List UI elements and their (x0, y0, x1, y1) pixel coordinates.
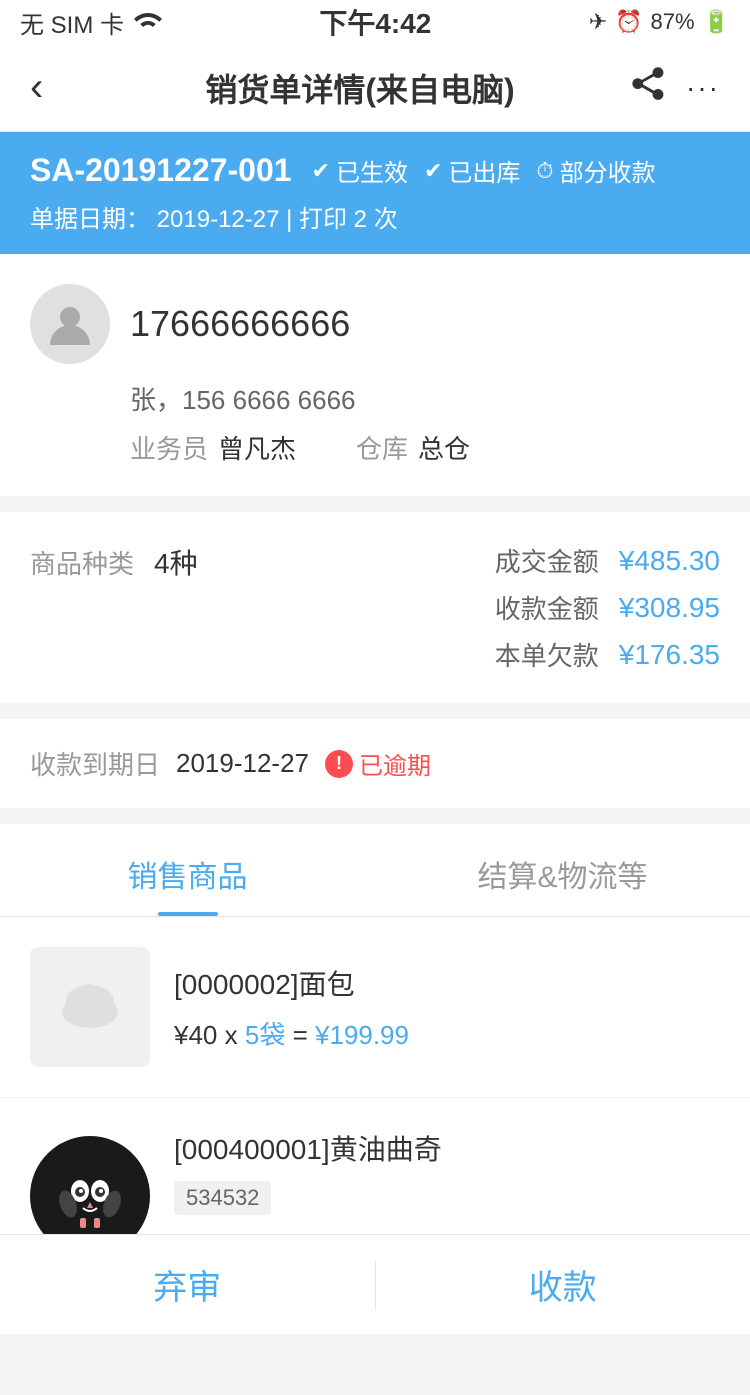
location-icon: ✈ (589, 9, 607, 35)
badge-effective-label: 已生效 (336, 153, 408, 188)
order-date-row: 单据日期： 2019-12-27 | 打印 2 次 (30, 199, 720, 234)
overdue-badge: ! 已逾期 (325, 746, 431, 781)
price-eq-1: = (293, 1020, 315, 1050)
tabs-row: 销售商品 结算&物流等 (0, 824, 750, 917)
product-type-row: 商品种类 4种 (30, 542, 495, 582)
customer-name-phone: 张，156 6666 6666 (30, 380, 720, 417)
product-name-2: [000400001]黄油曲奇 (174, 1128, 720, 1168)
price-total-1: ¥199.99 (315, 1020, 409, 1050)
check-icon-1: ✔ (312, 158, 330, 184)
page-title: 销货单详情(来自电脑) (205, 65, 514, 111)
badge-shipped-label: 已出库 (448, 153, 520, 188)
tabs-section: 销售商品 结算&物流等 (0, 824, 750, 917)
signal-text: 无 SIM 卡 (20, 5, 124, 40)
product-type-label: 商品种类 (30, 544, 134, 581)
order-print-info: | 打印 2 次 (286, 206, 398, 233)
status-bar-left: 无 SIM 卡 (20, 5, 162, 40)
stats-section: 商品种类 4种 成交金额 ¥485.30 收款金额 ¥308.95 本单欠款 ¥… (0, 512, 750, 703)
sales-label: 业务员 (130, 429, 208, 466)
badge-partial-label: 部分收款 (560, 153, 656, 188)
product-item-1: [0000002]面包 ¥40 x 5袋 = ¥199.99 (0, 917, 750, 1098)
due-date: 2019-12-27 (176, 748, 309, 779)
share-icon[interactable] (630, 65, 666, 110)
tab-sales-products[interactable]: 销售商品 (0, 824, 375, 916)
warehouse-label: 仓库 (356, 429, 408, 466)
customer-phone: 17666666666 (130, 303, 350, 345)
product-info-1: [0000002]面包 ¥40 x 5袋 = ¥199.99 (174, 963, 720, 1052)
bottom-bar: 弃审 收款 (0, 1234, 750, 1334)
price-base-1: ¥40 (174, 1020, 217, 1050)
back-button[interactable]: ‹ (30, 65, 90, 110)
nav-bar: ‹ 销货单详情(来自电脑) ··· (0, 44, 750, 132)
warehouse-value: 总仓 (418, 429, 470, 466)
product-price-1: ¥40 x 5袋 = ¥199.99 (174, 1015, 720, 1052)
more-icon[interactable]: ··· (686, 72, 720, 104)
received-item: 收款金额 ¥308.95 (495, 589, 720, 626)
status-bar-time: 下午4:42 (319, 2, 431, 42)
stats-left: 商品种类 4种 (30, 542, 495, 582)
cancel-button[interactable]: 弃审 (0, 1240, 375, 1329)
product-thumb-1 (30, 947, 150, 1067)
price-x-1: x (225, 1020, 245, 1050)
status-bar: 无 SIM 卡 下午4:42 ✈ ⏰ 87% 🔋 (0, 0, 750, 44)
product-sku-2: 534532 (174, 1181, 271, 1215)
received-label: 收款金额 (495, 589, 599, 626)
overdue-text: 已逾期 (359, 746, 431, 781)
order-id: SA-20191227-001 (30, 152, 292, 189)
clock-icon: ⏱ (536, 158, 553, 184)
received-value: ¥308.95 (619, 592, 720, 624)
battery-icon: 🔋 (703, 9, 730, 35)
due-section: 收款到期日 2019-12-27 ! 已逾期 (0, 719, 750, 808)
sales-value: 曾凡杰 (218, 429, 296, 466)
warehouse-meta: 仓库 总仓 (356, 429, 470, 466)
alarm-icon: ⏰ (615, 9, 642, 35)
check-icon-2: ✔ (424, 158, 442, 184)
tab-settlement[interactable]: 结算&物流等 (375, 824, 750, 916)
nav-actions: ··· (630, 65, 720, 110)
order-date-label: 单据日期： (30, 206, 150, 233)
deal-amount-value: ¥485.30 (619, 545, 720, 577)
due-label: 收款到期日 (30, 745, 160, 782)
confirm-button[interactable]: 收款 (376, 1240, 750, 1329)
customer-section: 17666666666 张，156 6666 6666 业务员 曾凡杰 仓库 总… (0, 254, 750, 496)
product-name-1: [0000002]面包 (174, 963, 720, 1003)
price-qty-1: 5袋 (245, 1020, 285, 1050)
order-badges: ✔ 已生效 ✔ 已出库 ⏱ 部分收款 (312, 153, 656, 188)
stats-right: 成交金额 ¥485.30 收款金额 ¥308.95 本单欠款 ¥176.35 (495, 542, 720, 673)
deal-amount-item: 成交金额 ¥485.30 (495, 542, 720, 579)
wifi-icon (134, 8, 162, 36)
badge-effective: ✔ 已生效 (312, 153, 408, 188)
battery-text: 87% (651, 9, 695, 35)
debt-item: 本单欠款 ¥176.35 (495, 636, 720, 673)
order-date-value: 2019-12-27 (157, 206, 280, 233)
avatar (30, 284, 110, 364)
status-bar-right: ✈ ⏰ 87% 🔋 (589, 9, 730, 35)
badge-partial: ⏱ 部分收款 (536, 153, 655, 188)
sales-meta: 业务员 曾凡杰 (130, 429, 296, 466)
customer-row: 17666666666 (30, 284, 720, 364)
order-header: SA-20191227-001 ✔ 已生效 ✔ 已出库 ⏱ 部分收款 单据日期：… (0, 132, 750, 254)
debt-value: ¥176.35 (619, 639, 720, 671)
badge-shipped: ✔ 已出库 (424, 153, 520, 188)
debt-label: 本单欠款 (495, 636, 599, 673)
customer-meta: 业务员 曾凡杰 仓库 总仓 (30, 429, 720, 466)
product-type-value: 4种 (154, 542, 198, 582)
overdue-icon: ! (325, 750, 353, 778)
deal-amount-label: 成交金额 (495, 542, 599, 579)
